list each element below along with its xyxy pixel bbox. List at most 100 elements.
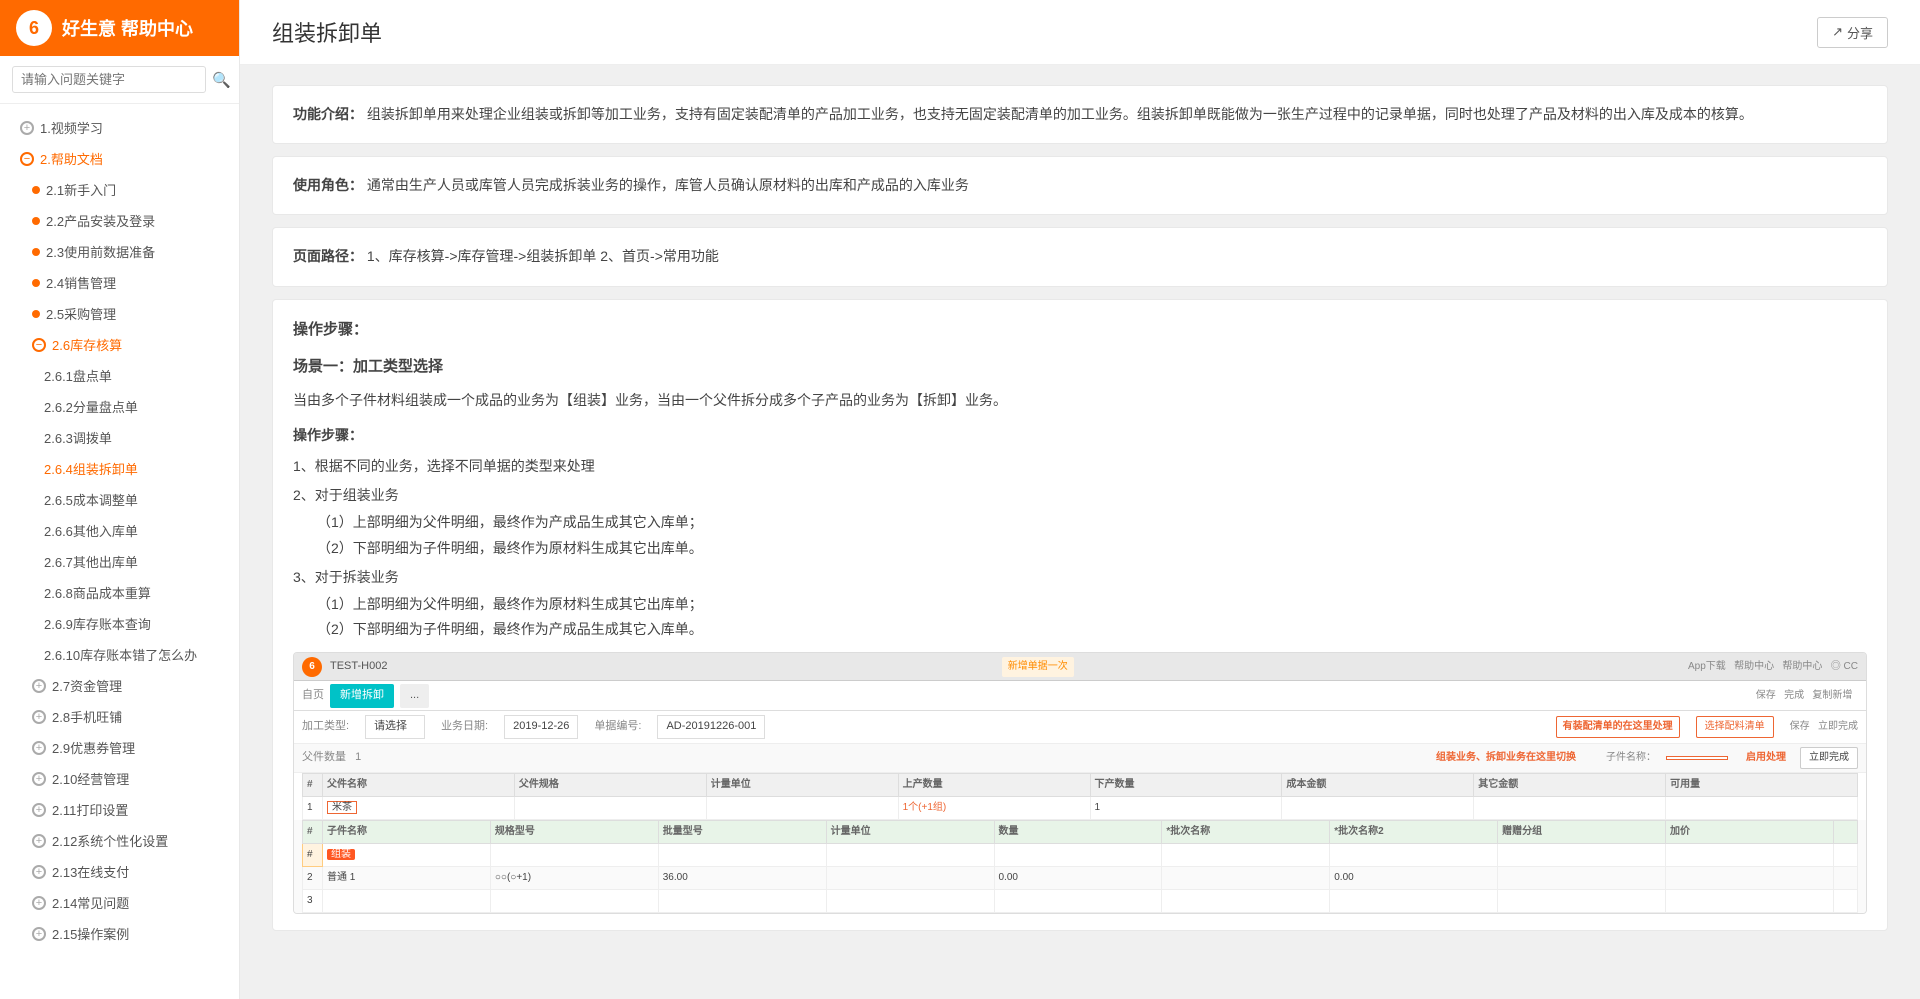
expand-icon: + [32,834,46,848]
sidebar-item-sales[interactable]: 2.4销售管理 [0,267,239,298]
share-button[interactable]: ↗ 分享 [1817,17,1888,48]
sidebar-item-cases[interactable]: + 2.15操作案例 [0,918,239,949]
sidebar-item-install[interactable]: 2.2产品安装及登录 [0,205,239,236]
dot-icon [32,310,40,318]
mock-screenshot: 6 TEST-H002 新增单据一次 App下载 帮助中心 帮助中心 ◎ CC … [294,653,1866,913]
collapse-icon: − [32,338,46,352]
expand-icon: + [32,803,46,817]
scene1-title: 场景一：加工类型选择 [293,353,1867,380]
sidebar-item-stocktake[interactable]: 2.6.1盘点单 [0,360,239,391]
nav-tree: + 1.视频学习 − 2.帮助文档 2.1新手入门 2.2产品安装及登录 2.3… [0,104,239,999]
sidebar-item-dispatch[interactable]: 2.6.3调拨单 [0,422,239,453]
mock-date: 2019-12-26 [504,715,578,739]
mock-grid-parent: # 父件名称 父件规格 计量单位 上产数量 下产数量 成本金额 其它金额 可用量 [294,773,1866,820]
expand-icon: + [32,741,46,755]
expand-icon: + [32,772,46,786]
role-card: 使用角色： 通常由生产人员或库管人员完成拆装业务的操作，库管人员确认原材料的出库… [272,156,1888,215]
dot-icon [32,217,40,225]
mock-appbar-icons: App下载 帮助中心 帮助中心 ◎ CC [1688,658,1858,676]
mock-topbar: 6 TEST-H002 新增单据一次 App下载 帮助中心 帮助中心 ◎ CC [294,653,1866,681]
mock-child-row4: 4 [303,913,1858,914]
step2a: （1）上部明细为父件明细，最终作为产成品生成其它入库单； [317,510,1867,535]
sidebar-item-faq[interactable]: + 2.14常见问题 [0,887,239,918]
mock-type-select: 请选择 [365,715,425,739]
role-text: 通常由生产人员或库管人员完成拆装业务的操作，库管人员确认原材料的出库和产成品的入… [367,177,969,193]
sidebar-item-print[interactable]: + 2.11打印设置 [0,794,239,825]
sidebar-item-prepare[interactable]: 2.3使用前数据准备 [0,236,239,267]
sidebar-item-operation[interactable]: + 2.10经营管理 [0,763,239,794]
mock-topbar-id: TEST-H002 [330,657,387,677]
mock-docno: AD-20191226-001 [657,715,765,739]
sidebar-item-costadj[interactable]: 2.6.5成本调整单 [0,484,239,515]
main-header: 组装拆卸单 ↗ 分享 [240,0,1920,65]
logo-bar: 6 好生意 帮助中心 [0,0,239,56]
expand-icon: + [32,896,46,910]
content-area: 功能介绍： 组装拆卸单用来处理企业组装或拆卸等加工业务，支持有固定装配清单的产品… [240,65,1920,999]
sidebar-item-splitstock[interactable]: 2.6.2分量盘点单 [0,391,239,422]
mock-nav-bar: 自页 新增拆卸 ... 保存 完成 复制新增 [294,681,1866,711]
mock-grid-row1: 1 米茶 1个(+1组) 1 [303,797,1858,820]
path-label: 页面路径： [293,248,363,264]
mock-child-row2: 2 普通 1 ○○(○+1) 36.00 0.00 0.00 [303,867,1858,890]
role-label: 使用角色： [293,177,363,193]
sidebar-item-stockcheck[interactable]: 2.6.9库存账本查询 [0,608,239,639]
expand-icon: + [32,927,46,941]
mock-grid-child: # 子件名称 规格型号 批量型号 计量单位 数量 *批次名称 *批次名称2 赠赠… [294,820,1866,913]
path-card: 页面路径： 1、库存核算->库存管理->组装拆卸单 2、首页->常用功能 [272,227,1888,286]
step2: 2、对于组装业务 [293,483,1867,508]
sidebar-item-video[interactable]: + 1.视频学习 [0,112,239,143]
page-title: 组装拆卸单 [272,16,382,48]
dot-icon [32,279,40,287]
dot-icon [32,186,40,194]
step3b: （2）下部明细为子件明细，最终作为产成品生成其它入库单。 [317,617,1867,642]
sidebar-item-assembly[interactable]: 2.6.4组装拆卸单 [0,453,239,484]
path-text: 1、库存核算->库存管理->组装拆卸单 2、首页->常用功能 [367,248,719,264]
screenshot-container: 6 TEST-H002 新增单据一次 App下载 帮助中心 帮助中心 ◎ CC … [293,652,1867,914]
search-input[interactable] [12,66,206,93]
mock-subheader: 父件数量 1 组装业务、拆卸业务在这里切换 子件名称： 启用处理 立即完成 [294,744,1866,773]
search-button[interactable]: 🔍 [212,71,231,89]
sidebar-item-fund[interactable]: + 2.7资金管理 [0,670,239,701]
mock-child-row3: 3 [303,890,1858,913]
sidebar-item-sysconfig[interactable]: + 2.12系统个性化设置 [0,825,239,856]
sidebar-item-otherstock[interactable]: 2.6.6其他入库单 [0,515,239,546]
sidebar-item-inventory[interactable]: − 2.6库存核算 [0,329,239,360]
mock-child-row1: # 组装 [303,844,1858,867]
annotation4-text: 启用处理 [1746,749,1786,767]
expand-icon: + [20,121,34,135]
sidebar-item-costcalc[interactable]: 2.6.8商品成本重算 [0,577,239,608]
search-bar: 🔍 [0,56,239,104]
mock-new-btn: 新增单据一次 [1002,657,1074,677]
scene1-desc: 当由多个子件材料组装成一个成品的业务为【组装】业务，当由一个父件拆分成多个子产品… [293,388,1867,413]
sidebar-item-docs[interactable]: − 2.帮助文档 [0,143,239,174]
logo-icon: 6 [16,10,52,46]
sidebar-item-coupon[interactable]: + 2.9优惠券管理 [0,732,239,763]
intro-text: 组装拆卸单用来处理企业组装或拆卸等加工业务，支持有固定装配清单的产品加工业务，也… [367,106,1753,122]
step1: 1、根据不同的业务，选择不同单据的类型来处理 [293,454,1867,479]
step2b: （2）下部明细为子件明细，最终作为原材料生成其它出库单。 [317,536,1867,561]
collapse-icon: − [20,152,34,166]
mock-confirm-btn: 立即完成 [1800,747,1858,769]
intro-card: 功能介绍： 组装拆卸单用来处理企业组装或拆卸等加工业务，支持有固定装配清单的产品… [272,85,1888,144]
ops-card: 操作步骤： 场景一：加工类型选择 当由多个子件材料组装成一个成品的业务为【组装】… [272,299,1888,932]
expand-icon: + [32,710,46,724]
sidebar-item-mobile[interactable]: + 2.8手机旺铺 [0,701,239,732]
mock-parent-name: 米茶 [327,801,357,814]
ops-title: 操作步骤： [293,316,1867,343]
sidebar-item-online[interactable]: + 2.13在线支付 [0,856,239,887]
sidebar-item-purchase[interactable]: 2.5采购管理 [0,298,239,329]
expand-icon: + [32,679,46,693]
logo-text: 好生意 帮助中心 [62,15,193,41]
annotation1-text: 有装配清单的在这里处理 [1556,716,1680,738]
sidebar-item-newcomer[interactable]: 2.1新手入门 [0,174,239,205]
mock-tab-active: 新增拆卸 [330,684,394,708]
mock-tab2: ... [400,684,429,708]
sidebar-item-otherout[interactable]: 2.6.7其他出库单 [0,546,239,577]
mock-select-recipe: 选择配料清单 [1696,716,1774,738]
dot-icon [32,248,40,256]
mock-logo: 6 [302,657,322,677]
share-icon: ↗ [1832,24,1843,40]
expand-icon: + [32,865,46,879]
sidebar-item-stockerror[interactable]: 2.6.10库存账本错了怎么办 [0,639,239,670]
annotation3-text: 组装业务、拆卸业务在这里切换 [1436,749,1576,767]
